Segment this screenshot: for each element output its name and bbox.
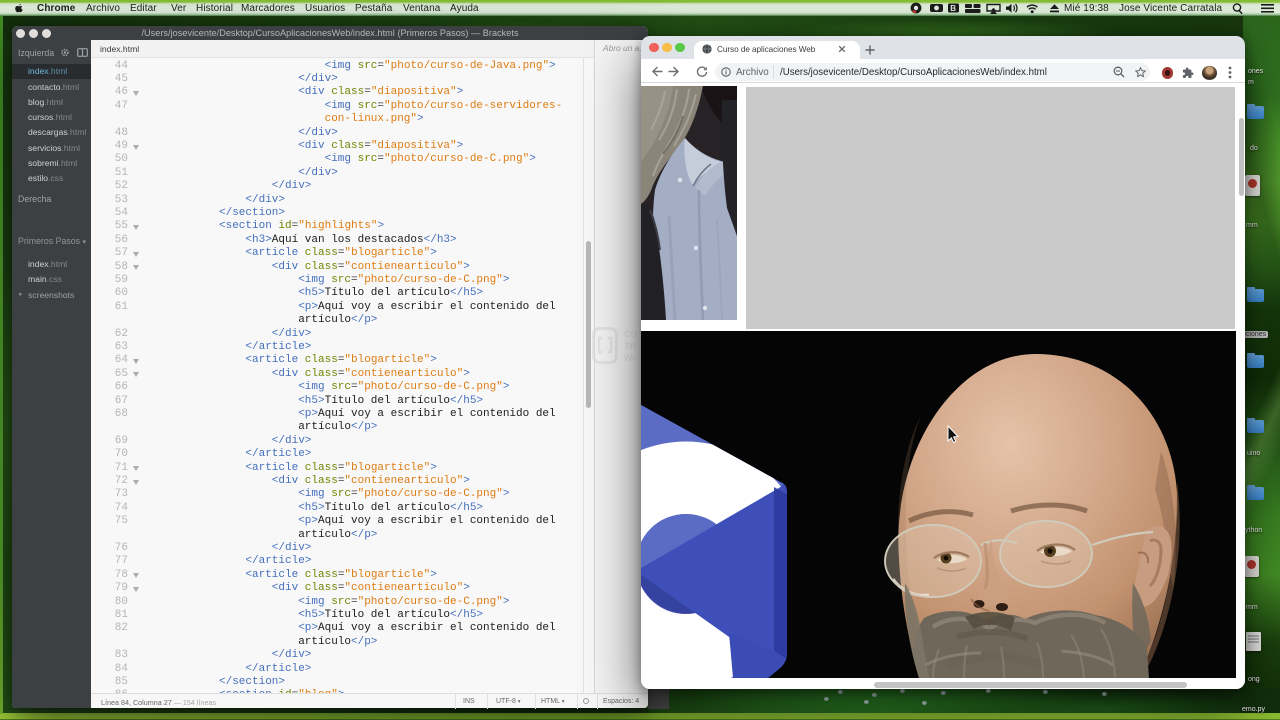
- svg-text:TH: TH: [624, 341, 636, 351]
- svg-text:CO: CO: [624, 329, 638, 339]
- svg-text:WI: WI: [624, 353, 635, 363]
- svg-text:B: B: [950, 4, 956, 13]
